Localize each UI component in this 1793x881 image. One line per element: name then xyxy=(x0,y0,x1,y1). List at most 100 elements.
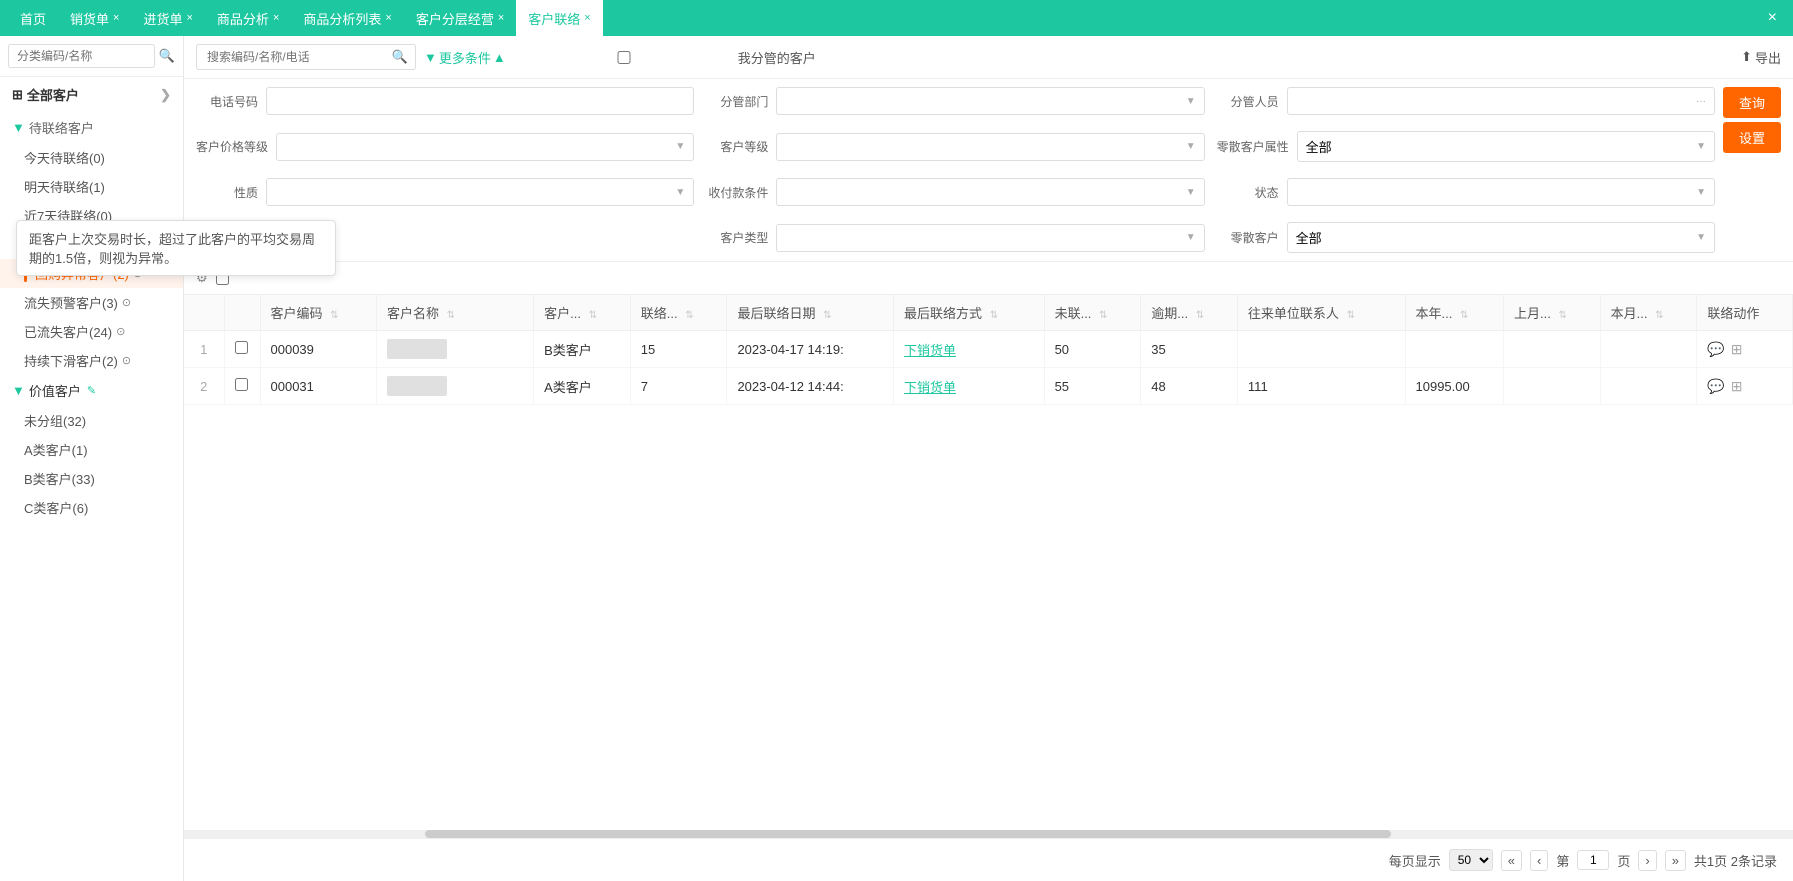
filter-price-level: 客户价格等级 ▼ xyxy=(196,133,694,161)
next-page-button[interactable]: › xyxy=(1638,850,1656,871)
phone-input[interactable] xyxy=(266,87,694,115)
sort-contact2-icon[interactable]: ⇅ xyxy=(1347,310,1355,321)
close-purchase-order-icon[interactable]: × xyxy=(186,12,192,24)
close-sales-order-icon[interactable]: × xyxy=(113,12,119,24)
first-page-button[interactable]: « xyxy=(1501,850,1522,871)
row-contact2-2: 111 xyxy=(1237,368,1405,405)
caret-down-icon: ▼ xyxy=(1186,96,1196,107)
arrow-down-icon-2: ▼ xyxy=(12,383,25,398)
sort-uncontacted-icon[interactable]: ⇅ xyxy=(1099,310,1107,321)
sort-date-icon[interactable]: ⇅ xyxy=(823,310,831,321)
customer-type-select[interactable]: ▼ xyxy=(776,224,1204,252)
retail-customer-label: 零散客户 xyxy=(1217,229,1287,246)
last-page-button[interactable]: » xyxy=(1665,850,1686,871)
menu-icon-1[interactable]: ⊞ xyxy=(1731,341,1743,358)
col-uncontacted: 未联... ⇅ xyxy=(1044,295,1141,331)
nav-home[interactable]: 首页 xyxy=(8,0,58,36)
sidebar-item-churn-warning[interactable]: 流失预警客户(3) ⊙ xyxy=(0,288,183,317)
nature-select[interactable]: ▼ xyxy=(266,178,694,206)
sidebar-item-a-class[interactable]: A类客户(1) xyxy=(0,435,183,464)
row-checkbox-1[interactable] xyxy=(224,331,260,368)
nav-customer-contact[interactable]: 客户联络 × xyxy=(516,0,602,36)
sidebar-item-b-class[interactable]: B类客户(33) xyxy=(0,464,183,493)
status-label: 状态 xyxy=(1217,184,1287,201)
table-header-row: 客户编码 ⇅ 客户名称 ⇅ 客户... ⇅ 联络... xyxy=(184,295,1793,331)
sidebar: 🔍 ⊞ 全部客户 ❯ ▼ 待联络客户 今天待联络(0) 明天待联络(1) 近7天… xyxy=(0,36,184,881)
sort-name-icon[interactable]: ⇅ xyxy=(447,310,455,321)
col-code: 客户编码 ⇅ xyxy=(260,295,377,331)
edit-icon[interactable]: ✎ xyxy=(87,384,96,397)
nav-sales-order[interactable]: 销货单 × xyxy=(58,0,131,36)
nav-product-analysis-list[interactable]: 商品分析列表 × xyxy=(291,0,403,36)
close-product-analysis-list-icon[interactable]: × xyxy=(385,12,391,24)
retail-customer-select[interactable]: 全部 ▼ xyxy=(1287,222,1715,253)
my-customers-checkbox-label[interactable]: 我分管的客户 xyxy=(514,48,816,67)
filter-customer-level: 客户等级 ▼ xyxy=(706,133,1204,161)
total-label: 共1页 2条记录 xyxy=(1694,851,1777,870)
sidebar-all-customers[interactable]: ⊞ 全部客户 ❯ xyxy=(0,77,183,112)
chat-icon-2[interactable]: 💬 xyxy=(1707,378,1724,395)
sidebar-item-unclassified[interactable]: 未分组(32) xyxy=(0,406,183,435)
row-last-month-1 xyxy=(1503,331,1600,368)
col-overdue: 逾期... ⇅ xyxy=(1141,295,1238,331)
row-last-method-2[interactable]: 下销货单 xyxy=(894,368,1045,405)
row-last-method-1[interactable]: 下销货单 xyxy=(894,331,1045,368)
sort-method-icon[interactable]: ⇅ xyxy=(990,310,998,321)
sidebar-item-churned[interactable]: 已流失客户(24) ⊙ xyxy=(0,317,183,346)
sidebar-pending-group[interactable]: ▼ 待联络客户 xyxy=(0,112,183,143)
status-select[interactable]: ▼ xyxy=(1287,178,1715,206)
search-icon[interactable]: 🔍 xyxy=(392,49,408,65)
sort-type-icon[interactable]: ⇅ xyxy=(589,310,597,321)
sort-overdue-icon[interactable]: ⇅ xyxy=(1196,310,1204,321)
sidebar-collapse-icon[interactable]: ❯ xyxy=(160,87,171,103)
col-contact2: 往来单位联系人 ⇅ xyxy=(1237,295,1405,331)
price-level-select[interactable]: ▼ xyxy=(276,133,694,161)
per-page-select[interactable]: 50 xyxy=(1449,849,1493,871)
dept-label: 分管部门 xyxy=(706,93,776,110)
row-code-1: 000039 xyxy=(260,331,377,368)
nav-product-analysis[interactable]: 商品分析 × xyxy=(205,0,291,36)
sort-this-month-icon[interactable]: ⇅ xyxy=(1655,310,1663,321)
settings-button[interactable]: 设置 xyxy=(1723,122,1781,153)
export-button[interactable]: ⬆ 导出 xyxy=(1741,48,1781,67)
sidebar-search-input[interactable] xyxy=(8,44,155,68)
query-button[interactable]: 查询 xyxy=(1723,87,1781,118)
arrow-down-icon: ▼ xyxy=(12,120,25,135)
nav-purchase-order[interactable]: 进货单 × xyxy=(131,0,204,36)
row-checkbox-2[interactable] xyxy=(224,368,260,405)
menu-icon-2[interactable]: ⊞ xyxy=(1731,378,1743,395)
close-customer-contact-icon[interactable]: × xyxy=(584,12,590,24)
sidebar-item-c-class[interactable]: C类客户(6) xyxy=(0,493,183,522)
grid-icon: ⊞ xyxy=(12,87,23,103)
sidebar-search-icon[interactable]: 🔍 xyxy=(159,48,175,64)
sidebar-item-declining[interactable]: 持续下滑客户(2) ⊙ xyxy=(0,346,183,375)
window-close-button[interactable]: × xyxy=(1760,9,1785,27)
info-icon-2: ⊙ xyxy=(122,296,131,309)
filter-icon: ▼ xyxy=(424,50,437,65)
my-customers-checkbox[interactable] xyxy=(514,51,734,64)
nav-customer-segments[interactable]: 客户分层经营 × xyxy=(404,0,516,36)
sidebar-item-today-pending[interactable]: 今天待联络(0) xyxy=(0,143,183,172)
sort-code-icon[interactable]: ⇅ xyxy=(330,310,338,321)
dept-select[interactable]: ▼ xyxy=(776,87,1204,115)
manager-select[interactable]: ··· xyxy=(1287,87,1715,115)
sort-contact-icon[interactable]: ⇅ xyxy=(685,310,693,321)
prev-page-button[interactable]: ‹ xyxy=(1530,850,1548,871)
close-customer-segments-icon[interactable]: × xyxy=(498,12,504,24)
caret-down-icon-10: ▼ xyxy=(1696,232,1706,243)
page-number-input[interactable] xyxy=(1577,850,1609,870)
chat-icon-1[interactable]: 💬 xyxy=(1707,341,1724,358)
retail-attr-select[interactable]: 全部 ▼ xyxy=(1297,131,1715,162)
main-layout: 🔍 ⊞ 全部客户 ❯ ▼ 待联络客户 今天待联络(0) 明天待联络(1) 近7天… xyxy=(0,36,1793,881)
scrollbar-thumb[interactable] xyxy=(425,830,1390,838)
horizontal-scrollbar[interactable] xyxy=(184,830,1793,838)
customer-level-select[interactable]: ▼ xyxy=(776,133,1204,161)
payment-select[interactable]: ▼ xyxy=(776,178,1204,206)
sort-last-month-icon[interactable]: ⇅ xyxy=(1558,310,1566,321)
close-product-analysis-icon[interactable]: × xyxy=(273,12,279,24)
sidebar-value-group[interactable]: ▼ 价值客户 ✎ xyxy=(0,375,183,406)
sidebar-item-tomorrow-pending[interactable]: 明天待联络(1) xyxy=(0,172,183,201)
search-input[interactable] xyxy=(196,44,416,70)
sort-this-year-icon[interactable]: ⇅ xyxy=(1460,310,1468,321)
more-conditions-button[interactable]: ▼ 更多条件 ▲ xyxy=(424,48,506,67)
